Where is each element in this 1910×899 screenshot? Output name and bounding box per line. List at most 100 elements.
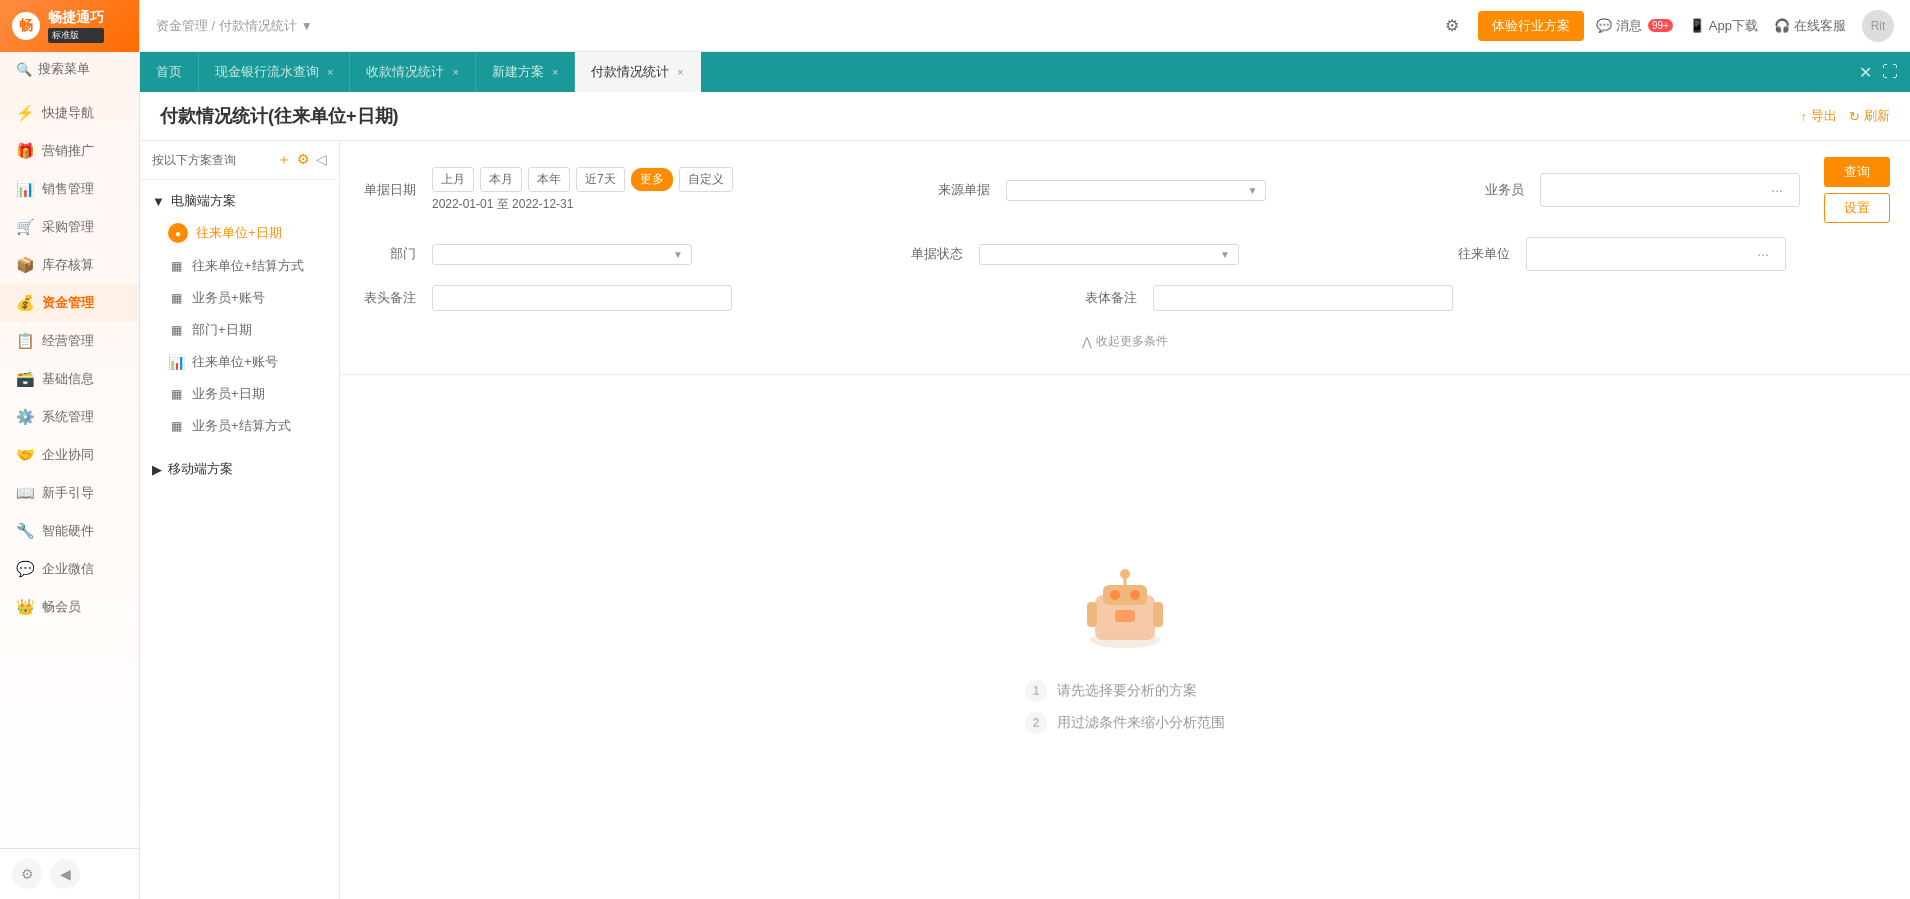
sidebar-item-system[interactable]: ⚙️ 系统管理 bbox=[0, 398, 139, 436]
scheme-staff-settle-label: 业务员+结算方式 bbox=[192, 417, 291, 435]
app-download-btn[interactable]: 📱 App下载 bbox=[1689, 17, 1758, 35]
tabs-expand-btn[interactable]: ⛶ bbox=[1882, 63, 1898, 81]
service-btn[interactable]: 🎧 在线客服 bbox=[1774, 17, 1846, 35]
topbar: 资金管理 / 付款情况统计 ▼ ⚙ 体验行业方案 💬 消息 99+ 📱 App下… bbox=[140, 0, 1910, 52]
date-btn-more[interactable]: 更多 bbox=[631, 168, 673, 191]
tab-new-close[interactable]: × bbox=[552, 66, 558, 78]
basic-icon: 🗃️ bbox=[16, 370, 34, 388]
sidebar-item-collab[interactable]: 🤝 企业协同 bbox=[0, 436, 139, 474]
scheme-unit-date[interactable]: ● 往来单位+日期 bbox=[140, 216, 339, 250]
refresh-btn[interactable]: ↻ 刷新 bbox=[1849, 107, 1890, 125]
tab-receipt[interactable]: 收款情况统计 × bbox=[350, 52, 475, 92]
tabs-close-btn[interactable]: ✕ bbox=[1859, 63, 1872, 82]
scheme-dept-date[interactable]: ▦ 部门+日期 bbox=[140, 314, 339, 346]
sidebar-item-sales[interactable]: 📊 销售管理 bbox=[0, 170, 139, 208]
svg-rect-5 bbox=[1115, 610, 1135, 622]
scheme-icon: ▦ bbox=[168, 290, 184, 306]
topbar-gear[interactable]: ⚙ bbox=[1438, 12, 1466, 40]
scheme-unit-account[interactable]: 📊 往来单位+账号 bbox=[140, 346, 339, 378]
industry-btn[interactable]: 体验行业方案 bbox=[1478, 11, 1584, 41]
date-btn-7days[interactable]: 近7天 bbox=[576, 167, 625, 192]
status-select[interactable]: ▼ bbox=[979, 244, 1239, 265]
sidebar-item-quick[interactable]: ⚡ 快捷导航 bbox=[0, 94, 139, 132]
date-btn-last-month[interactable]: 上月 bbox=[432, 167, 474, 192]
dept-select[interactable]: ▼ bbox=[432, 244, 692, 265]
staff-select[interactable]: ··· bbox=[1540, 173, 1800, 207]
page-title: 付款情况统计(往来单位+日期) bbox=[160, 104, 399, 128]
unit-label: 往来单位 bbox=[1454, 245, 1510, 263]
export-btn[interactable]: ↑ 导出 bbox=[1801, 107, 1838, 125]
sidebar-item-wechat[interactable]: 💬 企业微信 bbox=[0, 550, 139, 588]
tab-cashflow[interactable]: 现金银行流水查询 × bbox=[199, 52, 350, 92]
scheme-staff-settle[interactable]: ▦ 业务员+结算方式 bbox=[140, 410, 339, 442]
scheme-unit-settle[interactable]: ▦ 往来单位+结算方式 bbox=[140, 250, 339, 282]
svg-point-3 bbox=[1110, 590, 1120, 600]
scheme-staff-account[interactable]: ▦ 业务员+账号 bbox=[140, 282, 339, 314]
tab-payment[interactable]: 付款情况统计 × bbox=[575, 52, 700, 92]
tab-home-label: 首页 bbox=[156, 63, 182, 81]
breadcrumb-chevron[interactable]: ▼ bbox=[301, 19, 313, 33]
head-note-input[interactable] bbox=[432, 285, 732, 311]
collapse-bar[interactable]: ⋀ 收起更多条件 bbox=[360, 325, 1890, 358]
staff-label: 业务员 bbox=[1468, 181, 1524, 199]
scheme-staff-date[interactable]: ▦ 业务员+日期 bbox=[140, 378, 339, 410]
unit-select[interactable]: ··· bbox=[1526, 237, 1786, 271]
body-note-input[interactable] bbox=[1153, 285, 1453, 311]
date-btn-custom[interactable]: 自定义 bbox=[679, 167, 733, 192]
hint-num-1: 1 bbox=[1025, 680, 1047, 702]
collapse-sidebar-btn[interactable]: ◀ bbox=[50, 859, 80, 889]
settings-scheme-btn[interactable]: ⚙ bbox=[297, 151, 310, 169]
sidebar-item-inventory[interactable]: 📦 库存核算 bbox=[0, 246, 139, 284]
user-avatar[interactable]: Rit bbox=[1862, 10, 1894, 42]
tab-new[interactable]: 新建方案 × bbox=[476, 52, 575, 92]
tab-cashflow-close[interactable]: × bbox=[327, 66, 333, 78]
date-btn-this-month[interactable]: 本月 bbox=[480, 167, 522, 192]
head-note-label: 表头备注 bbox=[360, 289, 416, 307]
mobile-group-title[interactable]: ▶ 移动端方案 bbox=[140, 454, 339, 484]
sidebar-item-guide[interactable]: 📖 新手引导 bbox=[0, 474, 139, 512]
sidebar-item-label: 销售管理 bbox=[42, 180, 94, 198]
mobile-scheme-group: ▶ 移动端方案 bbox=[140, 448, 339, 490]
query-btn[interactable]: 查询 bbox=[1824, 157, 1890, 187]
sidebar-item-purchase[interactable]: 🛒 采购管理 bbox=[0, 208, 139, 246]
sidebar: 畅 畅捷通巧 标准版 🔍 搜索菜单 ⚡ 快捷导航 🎁 营销推广 📊 销售管理 🛒… bbox=[0, 0, 140, 899]
sidebar-item-finance[interactable]: 💰 资金管理 bbox=[0, 284, 139, 322]
unit-dots-icon[interactable]: ··· bbox=[1749, 242, 1777, 266]
settings-footer-btn[interactable]: ⚙ bbox=[12, 859, 42, 889]
tabs-end: ✕ ⛶ bbox=[1847, 52, 1910, 92]
scheme-chart-icon: 📊 bbox=[168, 354, 184, 370]
logo-subtitle: 标准版 bbox=[48, 28, 104, 43]
sidebar-item-basic[interactable]: 🗃️ 基础信息 bbox=[0, 360, 139, 398]
app-icon: 📱 bbox=[1689, 18, 1705, 33]
tab-receipt-close[interactable]: × bbox=[452, 66, 458, 78]
scheme-unit-settle-label: 往来单位+结算方式 bbox=[192, 257, 304, 275]
message-label: 消息 bbox=[1616, 17, 1642, 35]
topbar-right: 💬 消息 99+ 📱 App下载 🎧 在线客服 Rit bbox=[1596, 10, 1894, 42]
tab-new-label: 新建方案 bbox=[492, 63, 544, 81]
sidebar-item-marketing[interactable]: 🎁 营销推广 bbox=[0, 132, 139, 170]
app-label: App下载 bbox=[1709, 17, 1758, 35]
sidebar-item-hardware[interactable]: 🔧 智能硬件 bbox=[0, 512, 139, 550]
settings-display-btn[interactable]: 设置 bbox=[1824, 193, 1890, 223]
tab-home[interactable]: 首页 bbox=[140, 52, 199, 92]
source-select[interactable]: ▼ bbox=[1006, 180, 1266, 201]
sales-icon: 📊 bbox=[16, 180, 34, 198]
hint-1-text: 请先选择要分析的方案 bbox=[1057, 682, 1197, 700]
sidebar-item-operation[interactable]: 📋 经营管理 bbox=[0, 322, 139, 360]
tab-payment-close[interactable]: × bbox=[677, 66, 683, 78]
collapse-panel-btn[interactable]: ◁ bbox=[316, 151, 327, 169]
add-scheme-btn[interactable]: ＋ bbox=[277, 151, 291, 169]
sidebar-item-label: 智能硬件 bbox=[42, 522, 94, 540]
messages-btn[interactable]: 💬 消息 99+ bbox=[1596, 17, 1673, 35]
logo-title: 畅捷通巧 bbox=[48, 9, 104, 26]
date-btn-this-year[interactable]: 本年 bbox=[528, 167, 570, 192]
pc-group-title[interactable]: ▼ 电脑端方案 bbox=[140, 186, 339, 216]
sidebar-item-member[interactable]: 👑 畅会员 bbox=[0, 588, 139, 626]
sidebar-item-label: 库存核算 bbox=[42, 256, 94, 274]
svg-point-9 bbox=[1120, 569, 1130, 579]
sidebar-search[interactable]: 🔍 搜索菜单 bbox=[0, 52, 139, 86]
content: 付款情况统计(往来单位+日期) ↑ 导出 ↻ 刷新 按以下方案查询 ＋ bbox=[140, 92, 1910, 899]
scheme-dept-date-label: 部门+日期 bbox=[192, 321, 252, 339]
hint-num-2: 2 bbox=[1025, 712, 1047, 734]
staff-dots-icon[interactable]: ··· bbox=[1763, 178, 1791, 202]
